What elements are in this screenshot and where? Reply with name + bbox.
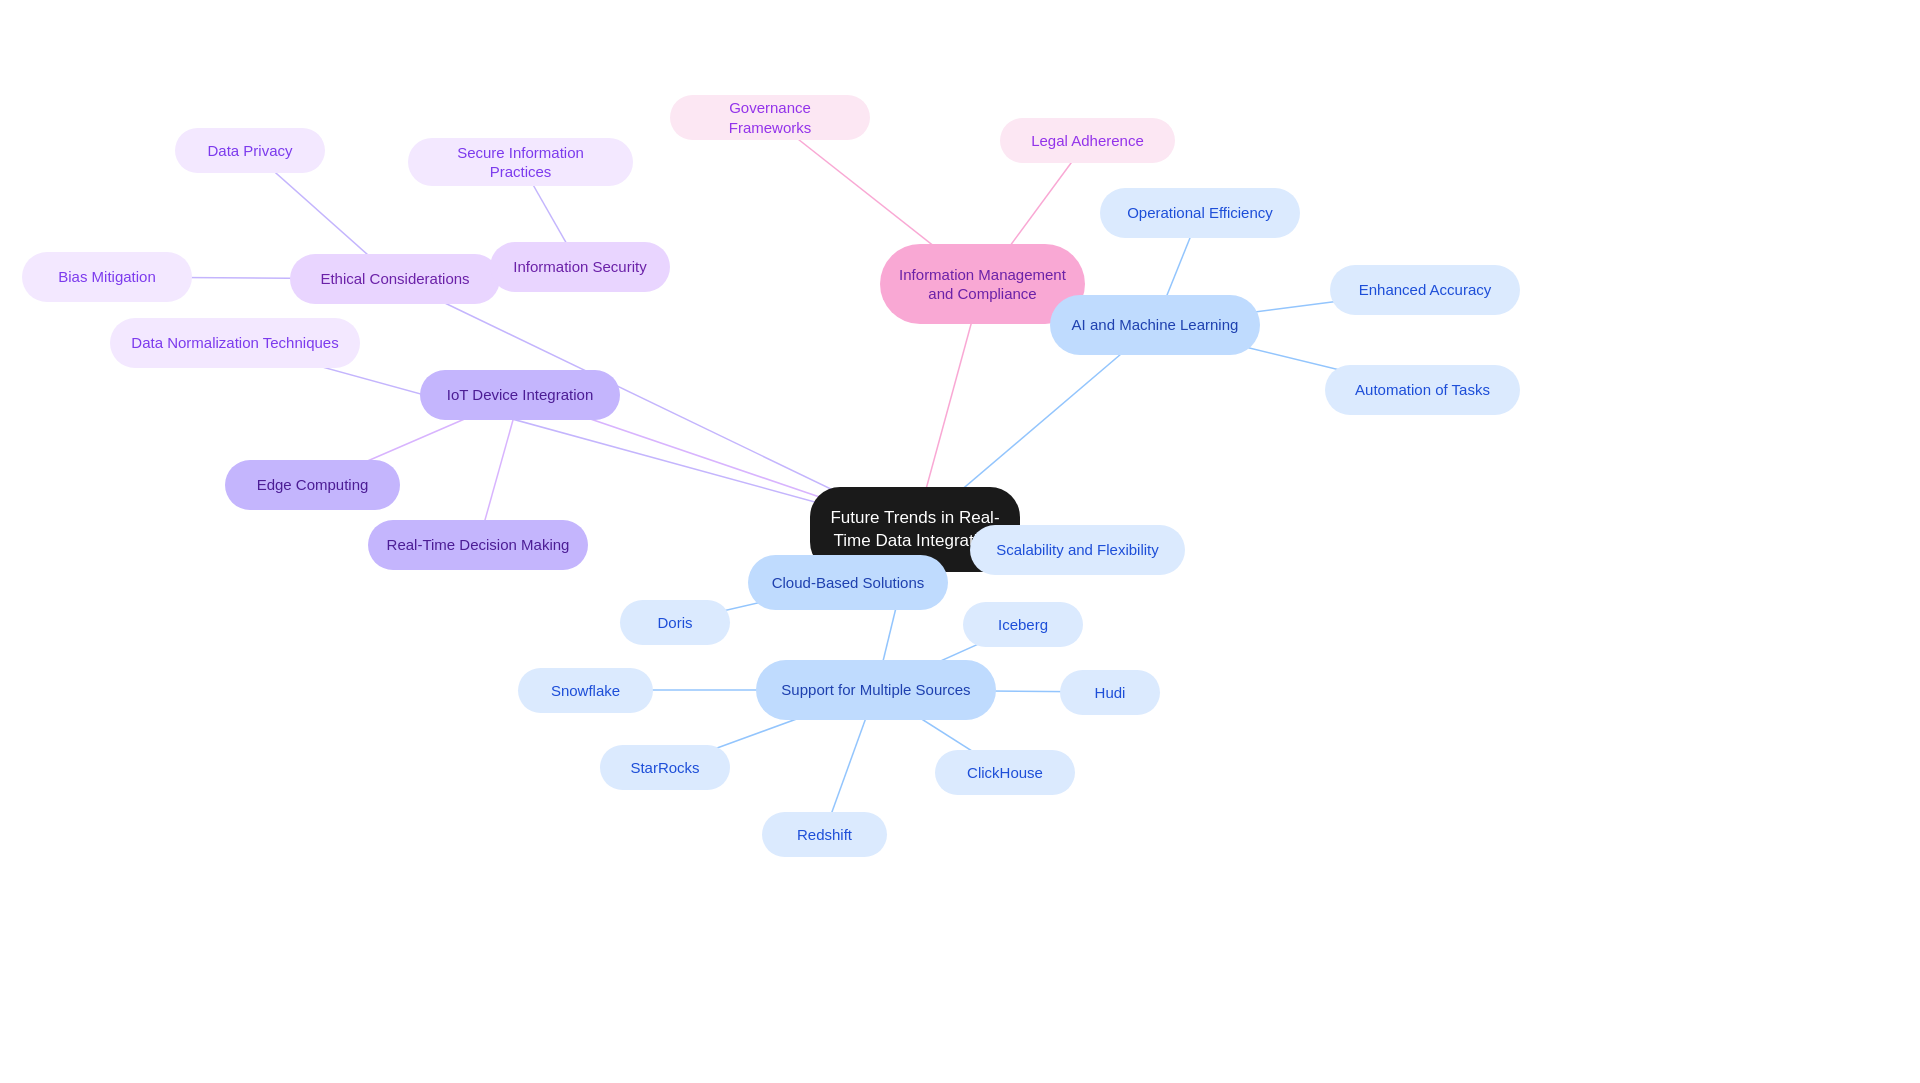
node-iot-device: IoT Device Integration	[420, 370, 620, 420]
node-scalability: Scalability and Flexibility	[970, 525, 1185, 575]
node-ethical: Ethical Considerations	[290, 254, 500, 304]
node-data-privacy: Data Privacy	[175, 128, 325, 173]
node-bias-mitigation: Bias Mitigation	[22, 252, 192, 302]
node-snowflake: Snowflake	[518, 668, 653, 713]
node-info-security: Information Security	[490, 242, 670, 292]
node-support-multiple: Support for Multiple Sources	[756, 660, 996, 720]
node-ai-ml: AI and Machine Learning	[1050, 295, 1260, 355]
node-enhanced-acc: Enhanced Accuracy	[1330, 265, 1520, 315]
node-realtime-decision: Real-Time Decision Making	[368, 520, 588, 570]
mindmap-container: Future Trends in Real-Time Data Integrat…	[0, 0, 1920, 1083]
node-secure-info: Secure Information Practices	[408, 138, 633, 186]
node-legal: Legal Adherence	[1000, 118, 1175, 163]
node-operational-eff: Operational Efficiency	[1100, 188, 1300, 238]
node-data-normalization: Data Normalization Techniques	[110, 318, 360, 368]
node-clickhouse: ClickHouse	[935, 750, 1075, 795]
node-automation: Automation of Tasks	[1325, 365, 1520, 415]
node-cloud-based: Cloud-Based Solutions	[748, 555, 948, 610]
node-edge-computing: Edge Computing	[225, 460, 400, 510]
node-redshift: Redshift	[762, 812, 887, 857]
node-governance: Governance Frameworks	[670, 95, 870, 140]
node-starrocks: StarRocks	[600, 745, 730, 790]
node-doris: Doris	[620, 600, 730, 645]
node-hudi: Hudi	[1060, 670, 1160, 715]
node-iceberg: Iceberg	[963, 602, 1083, 647]
